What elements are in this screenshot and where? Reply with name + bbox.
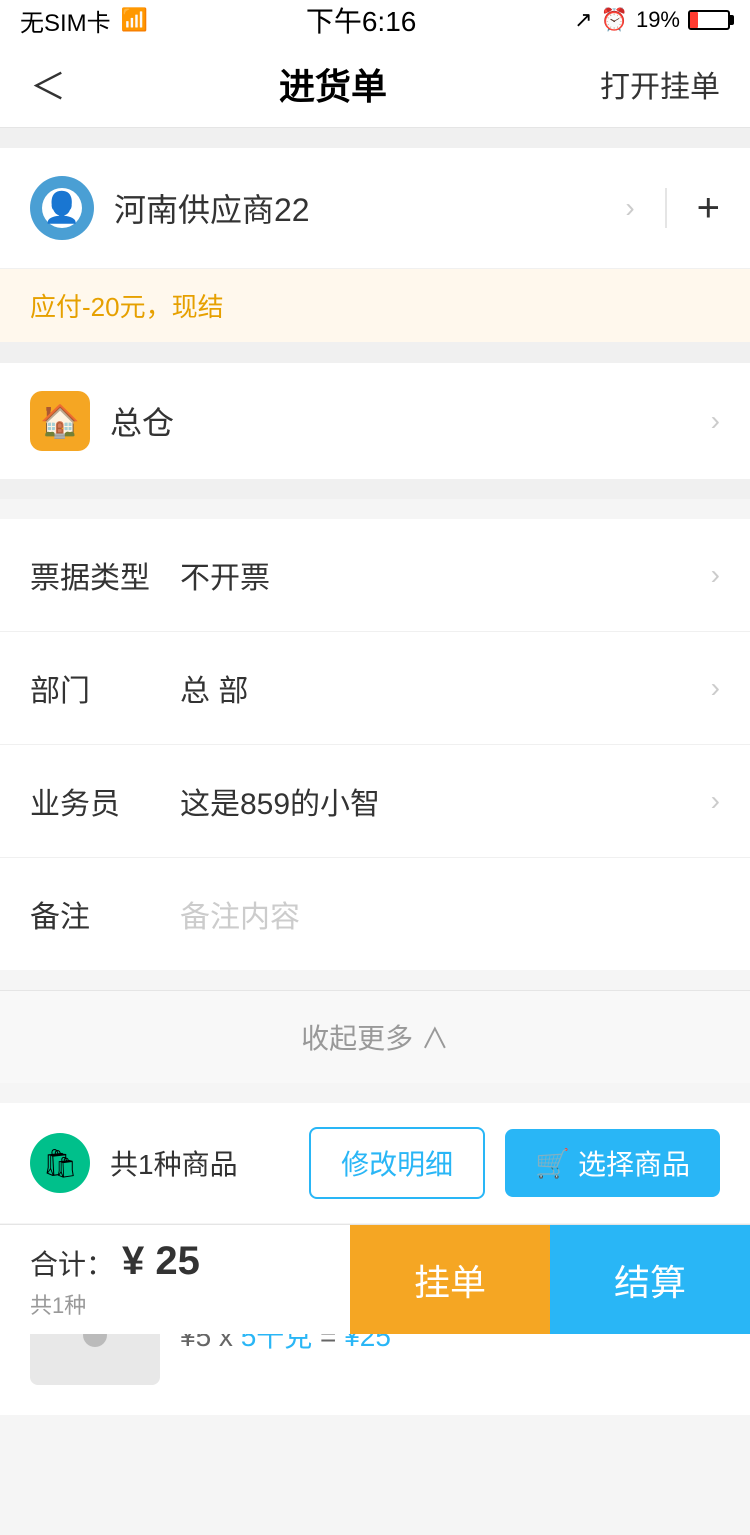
invoice-value: 不开票 <box>180 553 711 597</box>
select-icon: 🛒 <box>535 1147 570 1180</box>
department-value: 总 部 <box>180 666 711 710</box>
nav-bar: ＜ 进货单 打开挂单 <box>0 40 750 128</box>
salesman-label: 业务员 <box>30 779 180 823</box>
invoice-label: 票据类型 <box>30 553 180 597</box>
collapse-label: 收起更多 ∧ <box>301 1017 449 1057</box>
location-icon: ↗ <box>574 7 592 33</box>
supplier-divider <box>665 188 667 228</box>
notice-bar: 应付-20元，现结 <box>0 269 750 343</box>
bottom-summary: 合计： ¥ 25 共1种 <box>0 1225 350 1334</box>
status-bar: 无SIM卡 📶 下午6:16 ↗ ⏰ 19% <box>0 0 750 40</box>
product-count: 共1种商品 <box>110 1143 289 1183</box>
status-indicators: ↗ ⏰ 19% <box>574 7 730 33</box>
product-icon: 🛍 <box>30 1133 90 1193</box>
summary-total: 合计： ¥ 25 <box>30 1239 320 1284</box>
hang-button[interactable]: 挂单 <box>350 1225 550 1334</box>
alarm-icon: ⏰ <box>601 7 628 33</box>
section-gap-1 <box>0 343 750 363</box>
warehouse-icon: 🏠 <box>30 391 90 451</box>
status-time: 下午6:16 <box>306 0 417 40</box>
department-row[interactable]: 部门 总 部 › <box>0 632 750 745</box>
add-button[interactable]: + <box>697 186 720 231</box>
carrier-text: 无SIM卡 <box>20 3 111 38</box>
summary-count: 共1种 <box>30 1288 320 1320</box>
avatar-image <box>42 188 82 228</box>
invoice-row[interactable]: 票据类型 不开票 › <box>0 519 750 632</box>
section-gap-2 <box>0 479 750 499</box>
bottom-bar: 合计： ¥ 25 共1种 挂单 结算 <box>0 1224 750 1334</box>
department-label: 部门 <box>30 666 180 710</box>
warehouse-row[interactable]: 🏠 总仓 › <box>0 363 750 479</box>
select-label: 选择商品 <box>578 1143 690 1183</box>
battery-percent: 19% <box>636 7 680 33</box>
chevron-right-icon-3: › <box>711 559 720 591</box>
wifi-icon: 📶 <box>121 7 148 33</box>
checkout-button[interactable]: 结算 <box>550 1225 750 1334</box>
chevron-right-icon-2: › <box>711 405 720 437</box>
supplier-name: 河南供应商22 <box>114 185 625 231</box>
notice-text: 应付-20元，现结 <box>30 292 224 322</box>
select-product-button[interactable]: 🛒 选择商品 <box>505 1129 720 1197</box>
warehouse-name: 总仓 <box>110 398 711 444</box>
salesman-value: 这是859的小智 <box>180 779 711 823</box>
supplier-section: 河南供应商22 › + 应付-20元，现结 <box>0 148 750 343</box>
modify-detail-button[interactable]: 修改明细 <box>309 1127 485 1199</box>
open-hang-button[interactable]: 打开挂单 <box>600 62 720 106</box>
warehouse-section: 🏠 总仓 › <box>0 363 750 479</box>
salesman-row[interactable]: 业务员 这是859的小智 › <box>0 745 750 858</box>
collapse-bar[interactable]: 收起更多 ∧ <box>0 990 750 1083</box>
chevron-right-icon-5: › <box>711 785 720 817</box>
product-header: 🛍 共1种商品 修改明细 🛒 选择商品 <box>0 1103 750 1223</box>
remark-input[interactable]: 备注内容 <box>180 892 720 936</box>
status-carrier: 无SIM卡 📶 <box>20 3 148 38</box>
page-title: 进货单 <box>279 58 387 110</box>
chevron-right-icon: › <box>625 192 634 224</box>
chevron-right-icon-4: › <box>711 672 720 704</box>
remark-row[interactable]: 备注 备注内容 <box>0 858 750 970</box>
avatar <box>30 176 94 240</box>
battery-icon <box>688 10 730 30</box>
remark-label: 备注 <box>30 892 180 936</box>
form-section: 票据类型 不开票 › 部门 总 部 › 业务员 这是859的小智 › 备注 备注… <box>0 519 750 970</box>
bottom-spacer <box>0 1415 750 1535</box>
back-button[interactable]: ＜ <box>30 58 66 110</box>
total-label: 合计： <box>30 1243 114 1283</box>
total-value: ¥ 25 <box>122 1239 200 1284</box>
supplier-row[interactable]: 河南供应商22 › + <box>0 148 750 269</box>
top-divider <box>0 128 750 148</box>
